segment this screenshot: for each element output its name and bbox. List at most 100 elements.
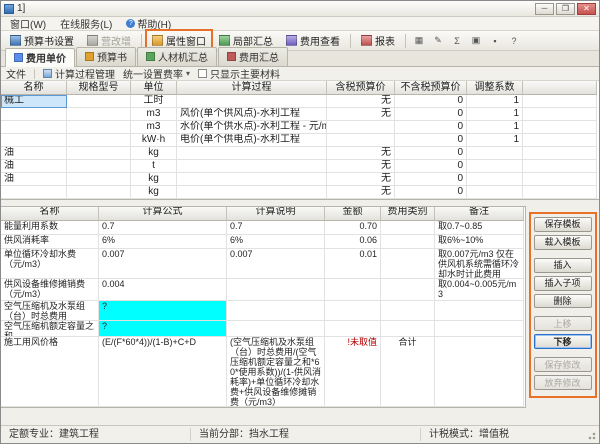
calc-process-button[interactable]: 计算过程管理 (43, 66, 115, 81)
unified-rate-button[interactable]: 统一设置费率 ▾ (123, 66, 190, 81)
price-cell[interactable] (327, 121, 395, 134)
formula-cell[interactable]: 6% (99, 235, 227, 249)
formula-cell[interactable]: 6% (227, 235, 325, 249)
formula-cell[interactable] (325, 301, 381, 321)
price-cell[interactable] (1, 134, 67, 147)
formula-cell[interactable]: 空气压缩机额定容量之和 (1, 321, 99, 337)
formula-cell[interactable] (435, 337, 524, 407)
formula-cell[interactable]: 0.06 (325, 235, 381, 249)
formula-cell[interactable]: 供风设备维修摊销费（元/m3） (1, 279, 99, 301)
price-cell[interactable]: 0 (395, 95, 467, 108)
show-main-material-checkbox[interactable] (198, 69, 207, 78)
formula-cell[interactable] (381, 321, 435, 337)
column-header[interactable]: 调整系数 (467, 81, 523, 95)
minimize-button[interactable]: － (535, 3, 554, 15)
price-cell[interactable]: m3 (131, 108, 177, 121)
price-cell[interactable] (67, 160, 131, 173)
price-cell[interactable]: 1 (467, 121, 523, 134)
formula-cell[interactable]: 空气压缩机及水泵组（台）时总费用 (1, 301, 99, 321)
close-button[interactable]: ✕ (577, 3, 596, 15)
column-header[interactable]: 不含税预算价 (395, 81, 467, 95)
toolbar-pin-button[interactable]: ▪ (487, 33, 503, 49)
price-cell[interactable]: kg (131, 186, 177, 199)
formula-cell[interactable]: 取0.004~0.005元/m3 (435, 279, 524, 301)
price-cell[interactable] (523, 147, 597, 160)
price-cell[interactable] (67, 173, 131, 186)
price-cell[interactable]: m3 (131, 121, 177, 134)
formula-cell[interactable] (227, 279, 325, 301)
formula-cell[interactable] (381, 221, 435, 235)
price-cell[interactable]: 1 (467, 108, 523, 121)
price-cell[interactable]: 无 (327, 147, 395, 160)
show-main-material-option[interactable]: 只显示主要材料 (198, 66, 280, 81)
price-cell[interactable] (67, 95, 131, 108)
price-cell[interactable] (67, 147, 131, 160)
formula-cell[interactable]: 0.7 (99, 221, 227, 235)
price-cell[interactable]: 油 (1, 173, 67, 186)
price-cell[interactable] (523, 134, 597, 147)
price-cell[interactable] (1, 121, 67, 134)
insert-subitem-button[interactable]: 插入子项 (534, 276, 592, 291)
price-cell[interactable]: kg (131, 147, 177, 160)
price-cell[interactable]: 0 (395, 173, 467, 186)
formula-cell[interactable] (435, 321, 524, 337)
price-cell[interactable]: kW·h (131, 134, 177, 147)
price-cell[interactable]: 0 (395, 147, 467, 160)
formula-cell[interactable]: 0.007 (99, 249, 227, 279)
column-header[interactable]: 计算过程 (177, 81, 327, 95)
formula-cell[interactable]: !未取值 (325, 337, 381, 407)
formula-cell[interactable]: 合计 (381, 337, 435, 407)
price-cell[interactable] (523, 160, 597, 173)
price-cell[interactable]: t (131, 160, 177, 173)
formula-cell[interactable] (381, 235, 435, 249)
formula-cell[interactable] (381, 301, 435, 321)
price-cell[interactable] (177, 95, 327, 108)
price-cell[interactable]: 1 (467, 95, 523, 108)
formula-cell[interactable]: 0.01 (325, 249, 381, 279)
toolbar-sum-button[interactable]: Σ (449, 33, 465, 49)
price-cell[interactable]: 水价(单个供水点)-水利工程 - 元/m3 (177, 121, 327, 134)
price-cell[interactable] (1, 186, 67, 199)
price-cell[interactable]: 0 (395, 186, 467, 199)
toolbar-grid-button[interactable]: ▦ (411, 33, 427, 49)
formula-cell[interactable]: 取0.007元/m3 仅在供风机系统需循环冷却水时计此费用 (435, 249, 524, 279)
price-cell[interactable] (523, 186, 597, 199)
price-cell[interactable]: 无 (327, 108, 395, 121)
toolbar-calc-button[interactable]: ▣ (468, 33, 484, 49)
column-header[interactable]: 名称 (1, 207, 99, 221)
price-cell[interactable] (523, 95, 597, 108)
formula-cell[interactable] (227, 301, 325, 321)
column-header[interactable]: 计算公式 (99, 207, 227, 221)
formula-cell[interactable]: 取0.7~0.85 (435, 221, 524, 235)
formula-cell[interactable] (325, 321, 381, 337)
cost-view-button[interactable]: 费用查看 (281, 31, 345, 50)
column-header[interactable]: 备注 (435, 207, 524, 221)
price-cell[interactable]: 油 (1, 147, 67, 160)
formula-cell[interactable] (435, 301, 524, 321)
price-cell[interactable]: 1 (467, 134, 523, 147)
price-cell[interactable] (467, 147, 523, 160)
column-header[interactable]: 费用类别 (381, 207, 435, 221)
file-label[interactable]: 文件 (6, 66, 26, 81)
price-cell[interactable]: 无 (327, 160, 395, 173)
column-header[interactable]: 单位 (131, 81, 177, 95)
formula-cell[interactable]: (空气压缩机及水泵组（台）时总费用/(空气压缩机额定容量之和*60*使用系数))… (227, 337, 325, 407)
tab-cost-unit-price[interactable]: 费用单价 (5, 48, 75, 67)
formula-cell[interactable]: ? (99, 301, 227, 321)
price-cell[interactable]: 0 (395, 160, 467, 173)
price-cell[interactable] (327, 134, 395, 147)
formula-cell[interactable]: 取6%~10% (435, 235, 524, 249)
price-cell[interactable] (67, 121, 131, 134)
price-cell[interactable] (523, 121, 597, 134)
price-cell[interactable] (67, 108, 131, 121)
save-template-button[interactable]: 保存模板 (534, 217, 592, 232)
formula-cell[interactable]: 0.004 (99, 279, 227, 301)
formula-cell[interactable]: 0.007 (227, 249, 325, 279)
load-template-button[interactable]: 载入模板 (534, 235, 592, 250)
price-cell[interactable]: 0 (395, 134, 467, 147)
formula-cell[interactable]: (E/(F*60*4))/(1-B)+C+D (99, 337, 227, 407)
price-cell[interactable] (1, 108, 67, 121)
report-button[interactable]: 报表 (356, 31, 400, 50)
price-cell[interactable] (177, 147, 327, 160)
formula-cell[interactable]: 施工用风价格 (1, 337, 99, 407)
